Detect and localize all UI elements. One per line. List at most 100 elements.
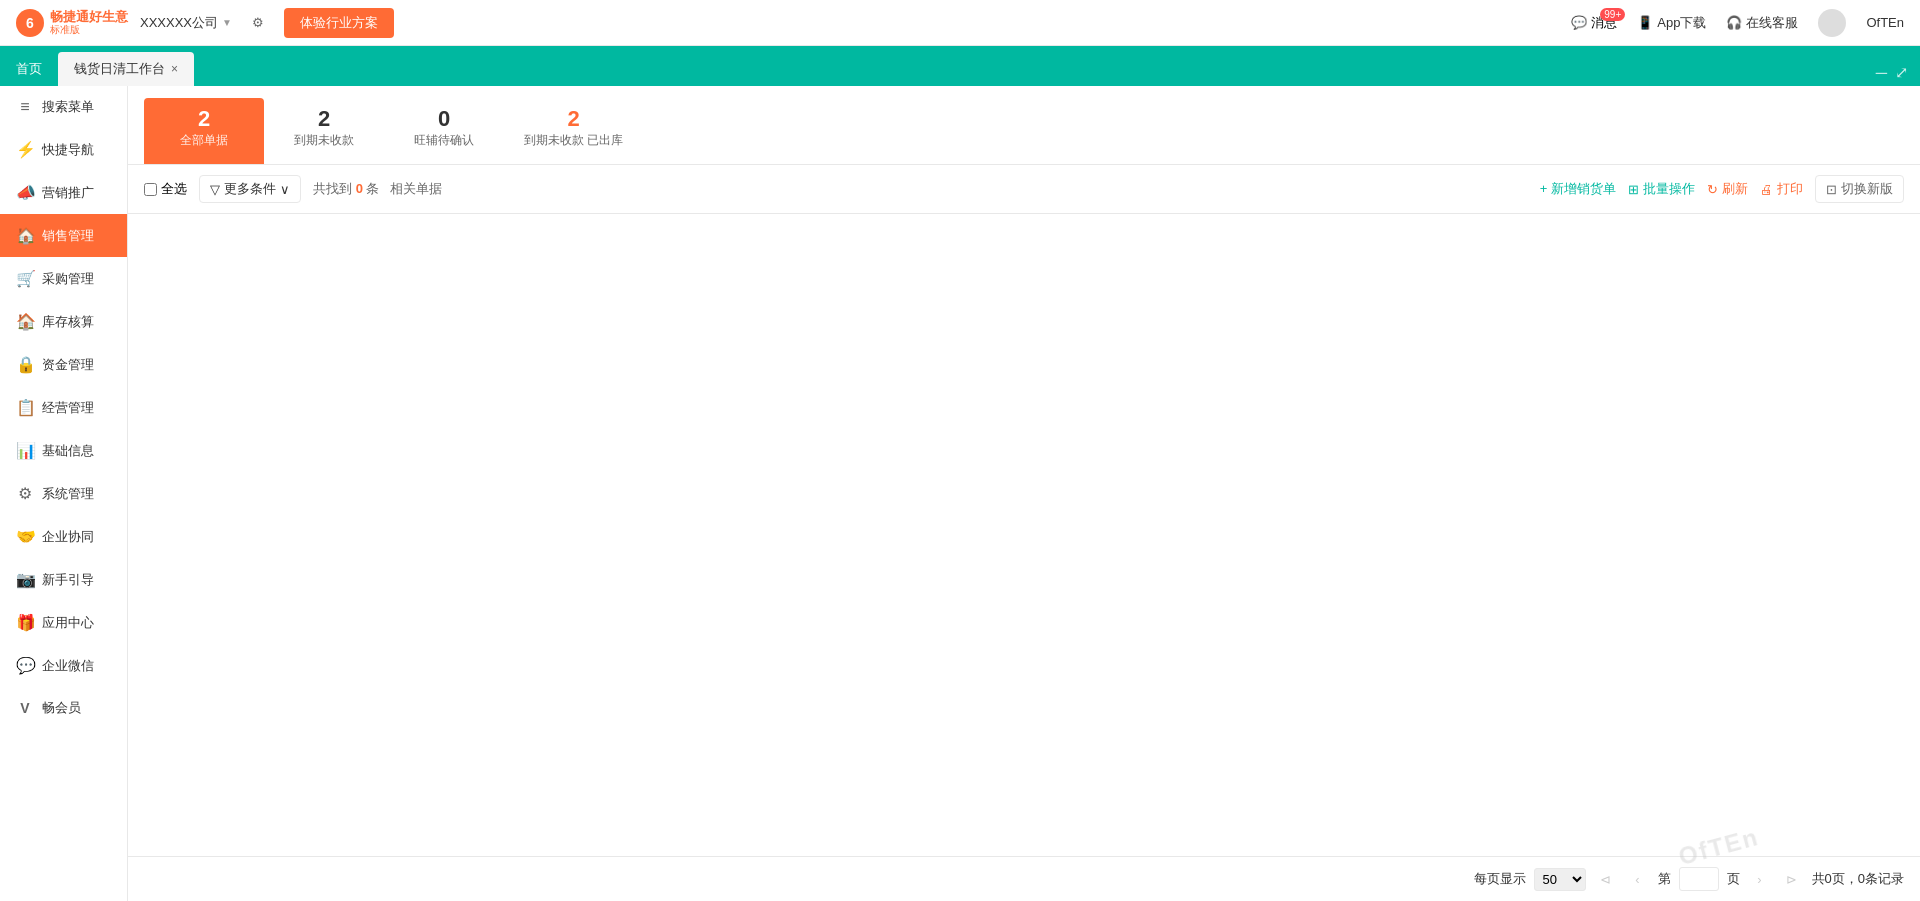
stat-pending-label: 旺辅待确认 [404,132,484,149]
sidebar-item-inventory[interactable]: 🏠 库存核算 [0,300,127,343]
header-left: 6 畅捷通好生意 标准版 XXXXXX公司 ▼ ⚙ 体验行业方案 [16,8,394,38]
page-label: 第 [1658,870,1671,888]
pagination: 每页显示 50 100 200 ⊲ ‹ 第 1 页 › ⊳ 共0页，0条记录 [128,856,1920,901]
sidebar-item-quick-nav[interactable]: ⚡ 快捷导航 [0,128,127,171]
sidebar-item-guide-label: 新手引导 [42,571,94,589]
sidebar-item-wechat[interactable]: 💬 企业微信 [0,644,127,687]
stat-tab-overdue[interactable]: 2 到期未收款 [264,98,384,164]
batch-operation-button[interactable]: ⊞ 批量操作 [1628,180,1695,198]
stat-all-label: 全部单据 [164,132,244,149]
tab-bar: 首页 钱货日清工作台 × ─ ⤢ [0,46,1920,86]
select-all-label: 全选 [161,180,187,198]
online-service-area[interactable]: 🎧 在线客服 [1726,14,1798,32]
sidebar-item-guide[interactable]: 📷 新手引导 [0,558,127,601]
toolbar-right: + 新增销货单 ⊞ 批量操作 ↻ 刷新 🖨 打印 ⊡ 切换新版 [1540,175,1904,203]
page-number-input[interactable]: 1 [1679,867,1719,891]
app-download-area[interactable]: 📱 App下载 [1637,14,1706,32]
stat-tab-all[interactable]: 2 全部单据 [144,98,264,164]
filter-icon: ▽ [210,182,220,197]
app-center-icon: 🎁 [16,613,34,632]
finance-icon: 🔒 [16,355,34,374]
sidebar-item-enterprise-label: 企业协同 [42,528,94,546]
batch-label: 批量操作 [1643,180,1695,198]
print-button[interactable]: 🖨 打印 [1760,180,1803,198]
toolbar: 全选 ▽ 更多条件 ∨ 共找到 0 条 相关单据 + 新增销货单 [128,165,1920,214]
page-unit: 页 [1727,870,1740,888]
print-icon: 🖨 [1760,182,1773,197]
sidebar-item-membership-label: 畅会员 [42,699,81,717]
top-header: 6 畅捷通好生意 标准版 XXXXXX公司 ▼ ⚙ 体验行业方案 💬 消息 99… [0,0,1920,46]
company-name: XXXXXX公司 [140,14,218,32]
sidebar-item-app-center[interactable]: 🎁 应用中心 [0,601,127,644]
refresh-button[interactable]: ↻ 刷新 [1707,180,1748,198]
basic-info-icon: 📊 [16,441,34,460]
first-page-button[interactable]: ⊲ [1594,867,1618,891]
refresh-icon: ↻ [1707,182,1718,197]
sales-icon: 🏠 [16,226,34,245]
add-sales-order-button[interactable]: + 新增销货单 [1540,180,1616,198]
sidebar-item-purchase[interactable]: 🛒 采购管理 [0,257,127,300]
sidebar-item-sales-label: 销售管理 [42,227,94,245]
tab-workbench-label: 钱货日清工作台 [74,60,165,78]
next-page-button[interactable]: › [1748,867,1772,891]
table-empty-area [128,214,1920,856]
online-service-label: 在线客服 [1746,14,1798,32]
switch-version-button[interactable]: ⊡ 切换新版 [1815,175,1904,203]
logo-icon: 6 [16,9,44,37]
stat-tab-pending[interactable]: 0 旺辅待确认 [384,98,504,164]
filter-button[interactable]: ▽ 更多条件 ∨ [199,175,301,203]
result-text: 共找到 0 条 相关单据 [313,180,442,198]
sidebar-item-basic-info[interactable]: 📊 基础信息 [0,429,127,472]
toolbar-left: 全选 ▽ 更多条件 ∨ 共找到 0 条 相关单据 [144,175,1528,203]
sidebar-item-finance[interactable]: 🔒 资金管理 [0,343,127,386]
sidebar-item-marketing[interactable]: 📣 营销推广 [0,171,127,214]
logo-area: 6 畅捷通好生意 标准版 [16,9,128,37]
settings-icon[interactable]: ⚙ [244,9,272,37]
company-selector[interactable]: XXXXXX公司 ▼ [140,14,232,32]
experience-button[interactable]: 体验行业方案 [284,8,394,38]
notification-icon: 💬 [1571,15,1587,30]
notification-badge: 99+ [1600,8,1625,21]
marketing-icon: 📣 [16,183,34,202]
sidebar-item-operations[interactable]: 📋 经营管理 [0,386,127,429]
header-right: 💬 消息 99+ 📱 App下载 🎧 在线客服 OfTEn [1571,9,1904,37]
per-page-label: 每页显示 [1474,870,1526,888]
tab-home[interactable]: 首页 [0,52,58,86]
total-info: 共0页，0条记录 [1812,870,1904,888]
tab-close-icon[interactable]: × [171,62,178,76]
sidebar-item-search[interactable]: ≡ 搜索菜单 [0,86,127,128]
stat-tab-shipped[interactable]: 2 到期未收款 已出库 [504,98,643,164]
select-all-input[interactable] [144,183,157,196]
sidebar-item-app-center-label: 应用中心 [42,614,94,632]
sidebar-item-operations-label: 经营管理 [42,399,94,417]
filter-label: 更多条件 [224,180,276,198]
wechat-icon: 💬 [16,656,34,675]
result-count: 0 [356,181,363,196]
sidebar-item-membership[interactable]: V 畅会员 [0,687,127,729]
tab-workbench[interactable]: 钱货日清工作台 × [58,52,194,86]
stat-overdue-label: 到期未收款 [284,132,364,149]
sidebar-item-purchase-label: 采购管理 [42,270,94,288]
switch-label: 切换新版 [1841,180,1893,198]
tab-maximize-icon[interactable]: ⤢ [1895,63,1908,82]
avatar[interactable] [1818,9,1846,37]
sidebar-item-system-label: 系统管理 [42,485,94,503]
sidebar-item-enterprise[interactable]: 🤝 企业协同 [0,515,127,558]
user-name: OfTEn [1866,15,1904,30]
tab-home-label: 首页 [16,60,42,78]
system-icon: ⚙ [16,484,34,503]
online-service-icon: 🎧 [1726,15,1742,30]
last-page-button[interactable]: ⊳ [1780,867,1804,891]
tab-minimize-icon[interactable]: ─ [1876,64,1887,82]
per-page-select[interactable]: 50 100 200 [1534,868,1586,891]
sidebar-item-sales[interactable]: 🏠 销售管理 [0,214,127,257]
sidebar-item-basic-info-label: 基础信息 [42,442,94,460]
company-arrow-icon: ▼ [222,17,232,28]
enterprise-icon: 🤝 [16,527,34,546]
stat-shipped-number: 2 [524,106,623,132]
select-all-checkbox[interactable]: 全选 [144,180,187,198]
sidebar-item-system[interactable]: ⚙ 系统管理 [0,472,127,515]
notification-area[interactable]: 💬 消息 99+ [1571,14,1617,32]
refresh-label: 刷新 [1722,180,1748,198]
prev-page-button[interactable]: ‹ [1626,867,1650,891]
